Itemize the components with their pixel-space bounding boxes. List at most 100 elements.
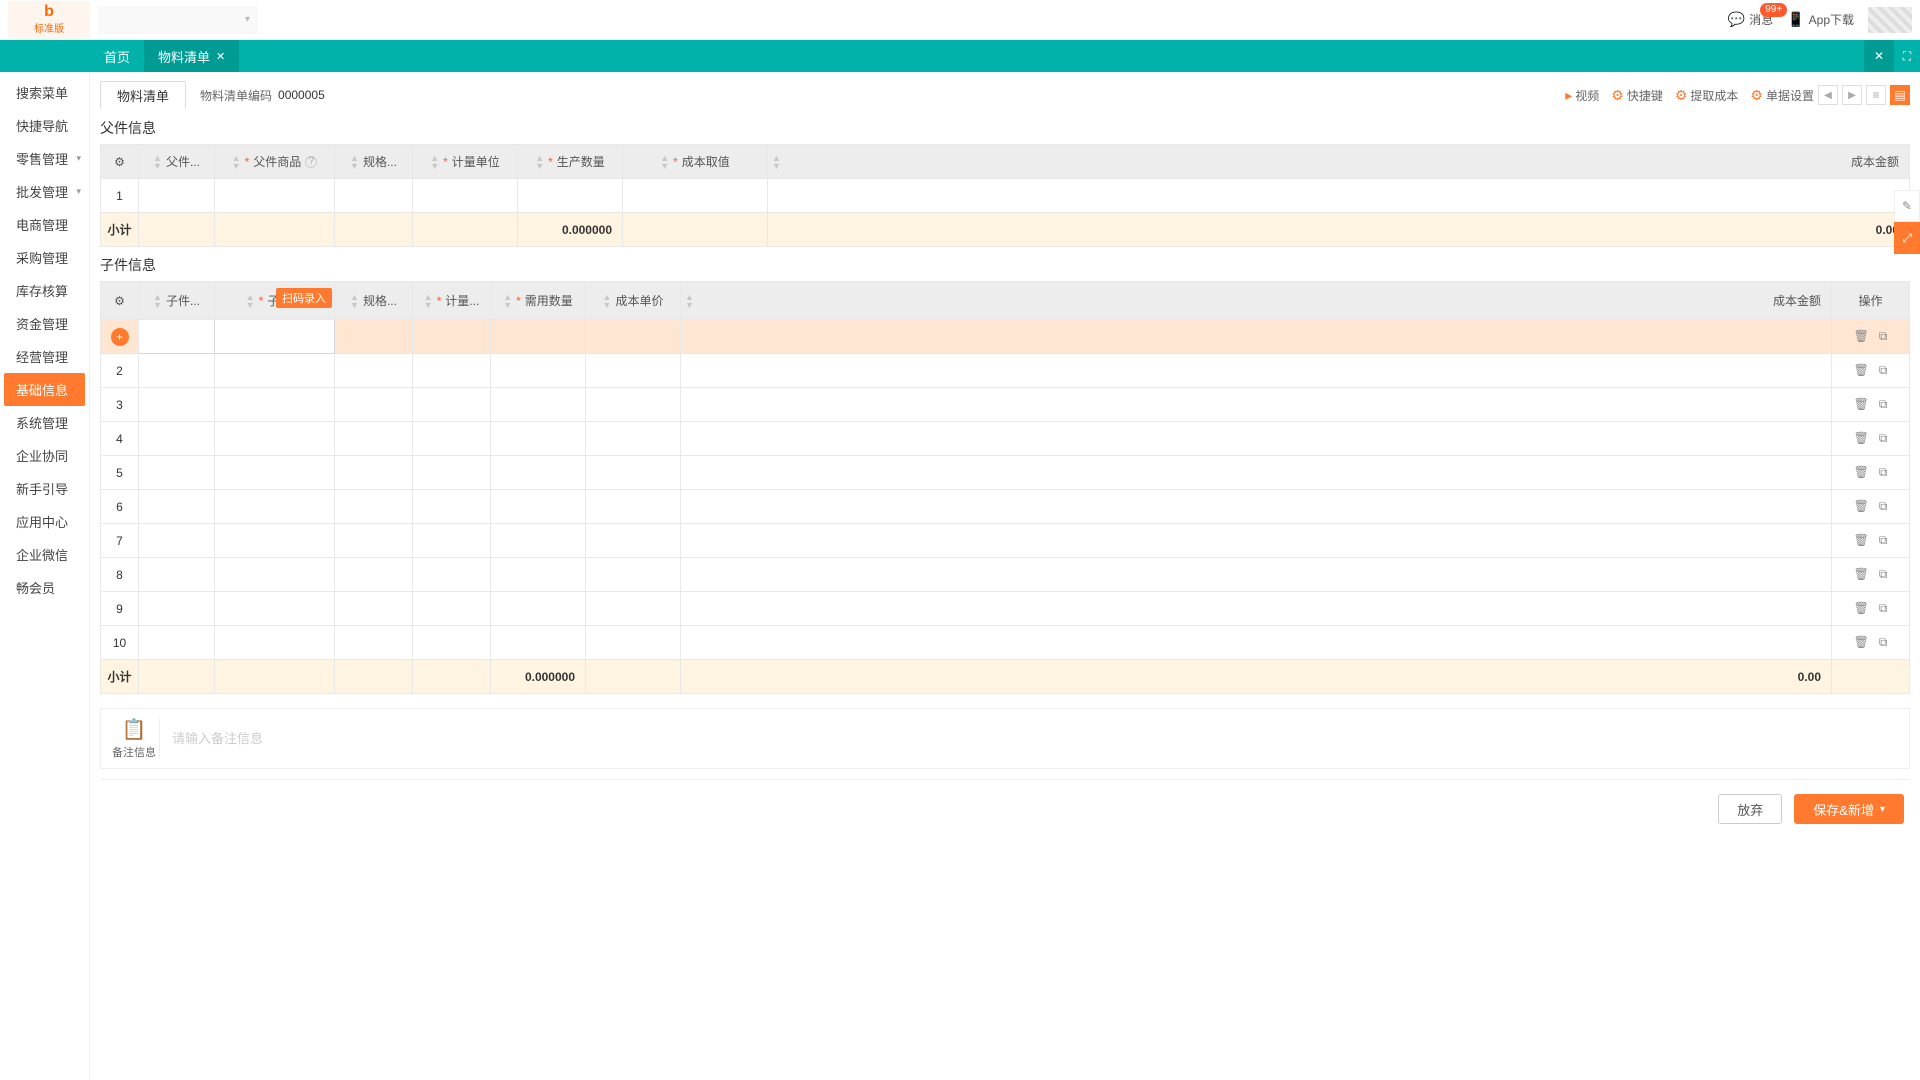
child-row-ops: 🗑⧉: [1832, 320, 1910, 354]
delete-icon[interactable]: 🗑: [1854, 431, 1869, 446]
copy-icon[interactable]: ⧉: [1879, 329, 1888, 344]
sort-icon[interactable]: ▲▼: [350, 293, 359, 309]
child-row[interactable]: 5🗑⧉: [101, 456, 1910, 490]
sort-icon[interactable]: ▲▼: [503, 293, 512, 309]
tag-icon: ⚙: [1675, 87, 1688, 104]
app-download-button[interactable]: 📱 App下载: [1787, 11, 1854, 28]
fullscreen-icon[interactable]: ⛶: [1894, 40, 1920, 72]
form-view-button[interactable]: ▤: [1890, 85, 1910, 105]
sort-icon[interactable]: ▲▼: [685, 293, 694, 309]
sort-icon[interactable]: ▲▼: [772, 154, 781, 170]
sort-icon[interactable]: ▲▼: [535, 154, 544, 170]
parent-gear-header[interactable]: ⚙: [101, 145, 139, 179]
sort-icon[interactable]: ▲▼: [424, 293, 433, 309]
copy-icon[interactable]: ⧉: [1879, 465, 1888, 480]
sort-icon[interactable]: ▲▼: [430, 154, 439, 170]
parent-row[interactable]: 1: [101, 179, 1910, 213]
close-icon[interactable]: ✕: [216, 50, 225, 63]
next-button[interactable]: ▶: [1842, 85, 1862, 105]
tab-home-label: 首页: [104, 47, 130, 66]
sidebar-item-15[interactable]: 畅会员: [0, 571, 89, 604]
child-gear-header[interactable]: ⚙: [101, 282, 139, 320]
child-row[interactable]: 10🗑⧉: [101, 626, 1910, 660]
company-selector[interactable]: ▾: [98, 6, 258, 34]
hotkey-link[interactable]: ⚙快捷键: [1611, 87, 1663, 104]
edit-float-button[interactable]: ✎: [1894, 190, 1920, 222]
copy-icon[interactable]: ⧉: [1879, 567, 1888, 582]
delete-icon[interactable]: 🗑: [1854, 329, 1869, 344]
video-link[interactable]: ▸视频: [1565, 87, 1599, 104]
copy-icon[interactable]: ⧉: [1879, 363, 1888, 378]
delete-icon[interactable]: 🗑: [1854, 567, 1869, 582]
close-all-tabs-button[interactable]: ✕: [1864, 40, 1894, 72]
messages-button[interactable]: 💬 消息 99+: [1728, 11, 1773, 28]
child-row[interactable]: 7🗑⧉: [101, 524, 1910, 558]
child-col-cost-amt: 成本金额: [1773, 292, 1821, 309]
child-row[interactable]: +🗑⧉: [101, 320, 1910, 354]
cancel-button[interactable]: 放弃: [1718, 794, 1782, 824]
sidebar-item-6[interactable]: 库存核算: [0, 274, 89, 307]
copy-icon[interactable]: ⧉: [1879, 601, 1888, 616]
child-row[interactable]: 3🗑⧉: [101, 388, 1910, 422]
child-subtotal-amt: 0.00: [681, 660, 1832, 694]
sort-icon[interactable]: ▲▼: [153, 154, 162, 170]
prev-button[interactable]: ◀: [1818, 85, 1838, 105]
copy-icon[interactable]: ⧉: [1879, 397, 1888, 412]
expand-float-button[interactable]: ⤢: [1894, 222, 1920, 254]
sidebar-item-3[interactable]: 批发管理▾: [0, 175, 89, 208]
copy-icon[interactable]: ⧉: [1879, 499, 1888, 514]
sidebar-item-4[interactable]: 电商管理: [0, 208, 89, 241]
sort-icon[interactable]: ▲▼: [660, 154, 669, 170]
tab-bom[interactable]: 物料清单 ✕: [144, 40, 239, 72]
copy-icon[interactable]: ⧉: [1879, 431, 1888, 446]
delete-icon[interactable]: 🗑: [1854, 397, 1869, 412]
sidebar-item-14[interactable]: 企业微信: [0, 538, 89, 571]
sidebar-item-11[interactable]: 企业协同: [0, 439, 89, 472]
child-row[interactable]: 4🗑⧉: [101, 422, 1910, 456]
chevron-down-icon: ▾: [76, 186, 81, 197]
tab-home[interactable]: 首页: [90, 40, 144, 72]
child-row-ops: 🗑⧉: [1832, 388, 1910, 422]
subtab-bom[interactable]: 物料清单: [100, 81, 186, 109]
sidebar-item-8[interactable]: 经营管理: [0, 340, 89, 373]
sidebar-item-1[interactable]: 快捷导航: [0, 109, 89, 142]
messages-badge: 99+: [1760, 3, 1787, 17]
sidebar-item-13[interactable]: 应用中心: [0, 505, 89, 538]
save-new-button[interactable]: 保存&新增▾: [1794, 794, 1904, 824]
sidebar-item-7[interactable]: 资金管理: [0, 307, 89, 340]
child-row[interactable]: 8🗑⧉: [101, 558, 1910, 592]
user-avatar[interactable]: [1868, 7, 1912, 33]
copy-icon[interactable]: ⧉: [1879, 635, 1888, 650]
sort-icon[interactable]: ▲▼: [246, 293, 255, 309]
delete-icon[interactable]: 🗑: [1854, 499, 1869, 514]
delete-icon[interactable]: 🗑: [1854, 635, 1869, 650]
copy-icon[interactable]: ⧉: [1879, 533, 1888, 548]
sort-icon[interactable]: ▲▼: [232, 154, 241, 170]
bom-code-label: 物料清单编码: [200, 87, 272, 104]
add-row-icon[interactable]: +: [111, 328, 129, 346]
scan-entry-badge[interactable]: 扫码录入: [276, 288, 332, 308]
help-icon[interactable]: ?: [305, 156, 317, 168]
child-row[interactable]: 2🗑⧉: [101, 354, 1910, 388]
delete-icon[interactable]: 🗑: [1854, 601, 1869, 616]
sort-icon[interactable]: ▲▼: [350, 154, 359, 170]
sidebar-item-0[interactable]: 搜索菜单: [0, 76, 89, 109]
sidebar-item-12[interactable]: 新手引导: [0, 472, 89, 505]
doc-settings-link[interactable]: ⚙单据设置: [1750, 87, 1814, 104]
list-view-button[interactable]: ≡: [1866, 85, 1886, 105]
sort-icon[interactable]: ▲▼: [153, 293, 162, 309]
delete-icon[interactable]: 🗑: [1854, 465, 1869, 480]
extract-cost-link[interactable]: ⚙提取成本: [1675, 87, 1739, 104]
video-label: 视频: [1575, 87, 1599, 104]
sidebar-item-2[interactable]: 零售管理▾: [0, 142, 89, 175]
sidebar-item-9[interactable]: 基础信息: [4, 373, 85, 406]
delete-icon[interactable]: 🗑: [1854, 533, 1869, 548]
child-row[interactable]: 9🗑⧉: [101, 592, 1910, 626]
sort-icon[interactable]: ▲▼: [603, 293, 612, 309]
sidebar-item-5[interactable]: 采购管理: [0, 241, 89, 274]
sidebar-item-10[interactable]: 系统管理: [0, 406, 89, 439]
remarks-input[interactable]: [159, 719, 1901, 759]
parent-col-product: 父件商品: [253, 153, 301, 170]
child-row[interactable]: 6🗑⧉: [101, 490, 1910, 524]
delete-icon[interactable]: 🗑: [1854, 363, 1869, 378]
